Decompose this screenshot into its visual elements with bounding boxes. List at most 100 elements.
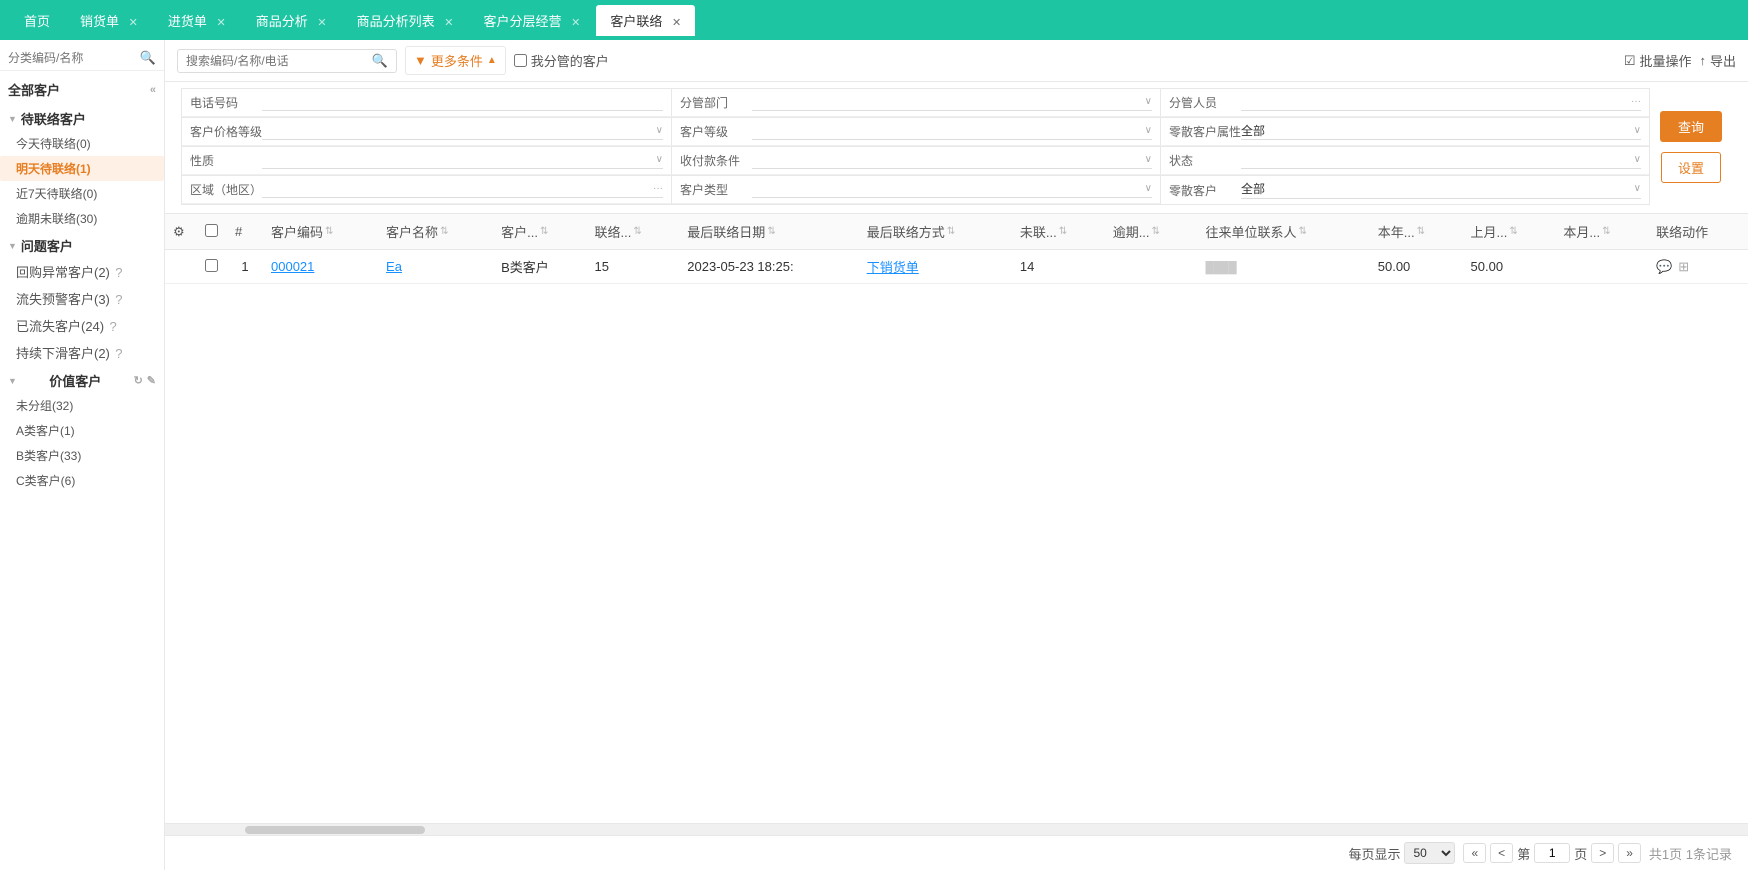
value-edit-icon[interactable]: ✎ — [147, 374, 156, 387]
nav-close-sales[interactable]: ✕ — [129, 17, 138, 29]
sidebar-item-overdue[interactable]: 逾期未联络(30) — [0, 206, 164, 231]
col-this-month-sort[interactable]: ⇅ — [1602, 226, 1610, 237]
sidebar-item-7days[interactable]: 近7天待联络(0) — [0, 181, 164, 206]
my-customers-check[interactable] — [514, 54, 527, 67]
filter-customer-level-wrap[interactable]: ∨ — [752, 123, 1152, 140]
search-input[interactable] — [186, 54, 372, 68]
col-gear[interactable]: ⚙ — [165, 214, 197, 250]
settings-button[interactable]: 设置 — [1661, 152, 1721, 183]
help-icon-abnormal[interactable]: ? — [115, 265, 122, 280]
sidebar-item-class-c[interactable]: C类客户(6) — [0, 468, 164, 493]
col-name[interactable]: 客户名称 ⇅ — [378, 214, 493, 250]
sidebar-item-ungrouped[interactable]: 未分组(32) — [0, 393, 164, 418]
nav-item-analysis[interactable]: 商品分析 ✕ — [242, 5, 341, 36]
col-company-contact-sort[interactable]: ⇅ — [1298, 226, 1306, 237]
nav-home[interactable]: 首页 — [10, 5, 64, 36]
nav-close-analysis[interactable]: ✕ — [317, 17, 326, 29]
next-page-button[interactable]: > — [1591, 843, 1614, 863]
sidebar-all-customers[interactable]: 全部客户 « — [0, 75, 164, 104]
query-button[interactable]: 查询 — [1660, 111, 1722, 142]
sidebar-item-abnormal[interactable]: 回购异常客户(2) ? — [0, 258, 164, 285]
col-overdue-sort[interactable]: ⇅ — [1152, 226, 1160, 237]
chevron-down-icon-7[interactable]: ∨ — [1634, 154, 1641, 165]
sidebar-item-churned[interactable]: 已流失客户(24) ? — [0, 312, 164, 339]
row-code-link[interactable]: 000021 — [271, 259, 314, 274]
help-icon-churned[interactable]: ? — [109, 319, 116, 334]
more-filter-button[interactable]: ▼ 更多条件 ▲ — [405, 46, 506, 75]
chevron-down-icon-3[interactable]: ∨ — [1145, 125, 1152, 136]
col-last-month-sort[interactable]: ⇅ — [1509, 226, 1517, 237]
horizontal-scrollbar[interactable] — [165, 823, 1748, 835]
sidebar-search-box[interactable]: 🔍 — [0, 46, 164, 71]
row-gear[interactable] — [165, 250, 197, 284]
filter-price-level-input[interactable] — [262, 123, 656, 137]
col-code-sort[interactable]: ⇅ — [325, 226, 333, 237]
col-name-sort[interactable]: ⇅ — [440, 226, 448, 237]
dots-icon[interactable]: ··· — [1631, 96, 1641, 107]
dots-icon-2[interactable]: ··· — [653, 183, 663, 194]
batch-op-button[interactable]: ☑ 批量操作 — [1624, 51, 1692, 70]
sidebar-search-input[interactable] — [8, 51, 140, 65]
nav-close-customer-contact[interactable]: ✕ — [672, 17, 681, 29]
filter-region-wrap[interactable]: ··· — [262, 181, 663, 198]
col-last-method-sort[interactable]: ⇅ — [947, 226, 955, 237]
row-code[interactable]: 000021 — [263, 250, 378, 284]
col-last-method[interactable]: 最后联络方式 ⇅ — [859, 214, 1012, 250]
col-uncontacted[interactable]: 未联... ⇅ — [1012, 214, 1105, 250]
filter-manager-input[interactable] — [1241, 94, 1631, 108]
filter-status-input[interactable] — [1241, 152, 1634, 166]
filter-price-level-wrap[interactable]: ∨ — [262, 123, 663, 140]
col-last-date-sort[interactable]: ⇅ — [767, 226, 775, 237]
row-last-method[interactable]: 下销货单 — [859, 250, 1012, 284]
col-contact-sort[interactable]: ⇅ — [633, 226, 641, 237]
per-page-select[interactable]: 50 100 200 — [1404, 842, 1455, 864]
sidebar-item-declining[interactable]: 持续下滑客户(2) ? — [0, 339, 164, 366]
action-chat-icon[interactable]: 💬 — [1656, 259, 1672, 275]
sidebar-search-icon[interactable]: 🔍 — [140, 50, 156, 66]
filter-payment-wrap[interactable]: ∨ — [752, 152, 1152, 169]
filter-scatter-input[interactable] — [1241, 182, 1634, 196]
col-checkbox[interactable] — [197, 214, 227, 250]
col-type[interactable]: 客户... ⇅ — [493, 214, 586, 250]
row-checkbox[interactable] — [197, 250, 227, 284]
filter-manager-input-wrap[interactable]: ··· — [1241, 94, 1641, 111]
sidebar-group-pending[interactable]: 待联络客户 — [0, 104, 164, 131]
chevron-down-icon-6[interactable]: ∨ — [1145, 154, 1152, 165]
last-page-button[interactable]: » — [1618, 843, 1641, 863]
row-last-method-link[interactable]: 下销货单 — [867, 260, 919, 275]
filter-status-wrap[interactable]: ∨ — [1241, 152, 1641, 169]
sidebar-group-problem[interactable]: 问题客户 — [0, 231, 164, 258]
row-name[interactable]: Ea — [378, 250, 493, 284]
sidebar-item-today[interactable]: 今天待联络(0) — [0, 131, 164, 156]
filter-dept-input[interactable] — [752, 94, 1145, 108]
search-icon[interactable]: 🔍 — [372, 53, 388, 69]
help-icon-declining[interactable]: ? — [115, 346, 122, 361]
export-button[interactable]: ↑ 导出 — [1699, 51, 1736, 70]
nav-item-customer-tier[interactable]: 客户分层经营 ✕ — [469, 5, 594, 36]
nav-close-customer-tier[interactable]: ✕ — [571, 17, 580, 29]
gear-icon[interactable]: ⚙ — [173, 224, 185, 239]
row-name-link[interactable]: Ea — [386, 259, 402, 274]
nav-item-purchase[interactable]: 进货单 ✕ — [154, 5, 240, 36]
page-input[interactable] — [1534, 843, 1570, 863]
col-company-contact[interactable]: 往来单位联系人 ⇅ — [1197, 214, 1369, 250]
sidebar-item-class-a[interactable]: A类客户(1) — [0, 418, 164, 443]
filter-payment-input[interactable] — [752, 152, 1145, 166]
col-last-month[interactable]: 上月... ⇅ — [1463, 214, 1556, 250]
chevron-down-icon-5[interactable]: ∨ — [656, 154, 663, 165]
sidebar-collapse-icon[interactable]: « — [150, 84, 156, 96]
filter-phone-input-wrap[interactable] — [262, 94, 663, 111]
first-page-button[interactable]: « — [1463, 843, 1486, 863]
sidebar-item-tomorrow[interactable]: 明天待联络(1) — [0, 156, 164, 181]
col-this-year-sort[interactable]: ⇅ — [1417, 226, 1425, 237]
nav-item-analysis-list[interactable]: 商品分析列表 ✕ — [343, 5, 468, 36]
sidebar-group-value[interactable]: 价值客户 ↻ ✎ — [0, 366, 164, 393]
nav-item-sales[interactable]: 销货单 ✕ — [66, 5, 152, 36]
search-box[interactable]: 🔍 — [177, 49, 397, 73]
nav-close-analysis-list[interactable]: ✕ — [444, 17, 453, 29]
filter-customer-type-input[interactable] — [752, 181, 1145, 195]
filter-nature-input[interactable] — [262, 152, 656, 166]
help-icon-churn-warn[interactable]: ? — [115, 292, 122, 307]
filter-customer-type-wrap[interactable]: ∨ — [752, 181, 1152, 198]
col-type-sort[interactable]: ⇅ — [540, 226, 548, 237]
